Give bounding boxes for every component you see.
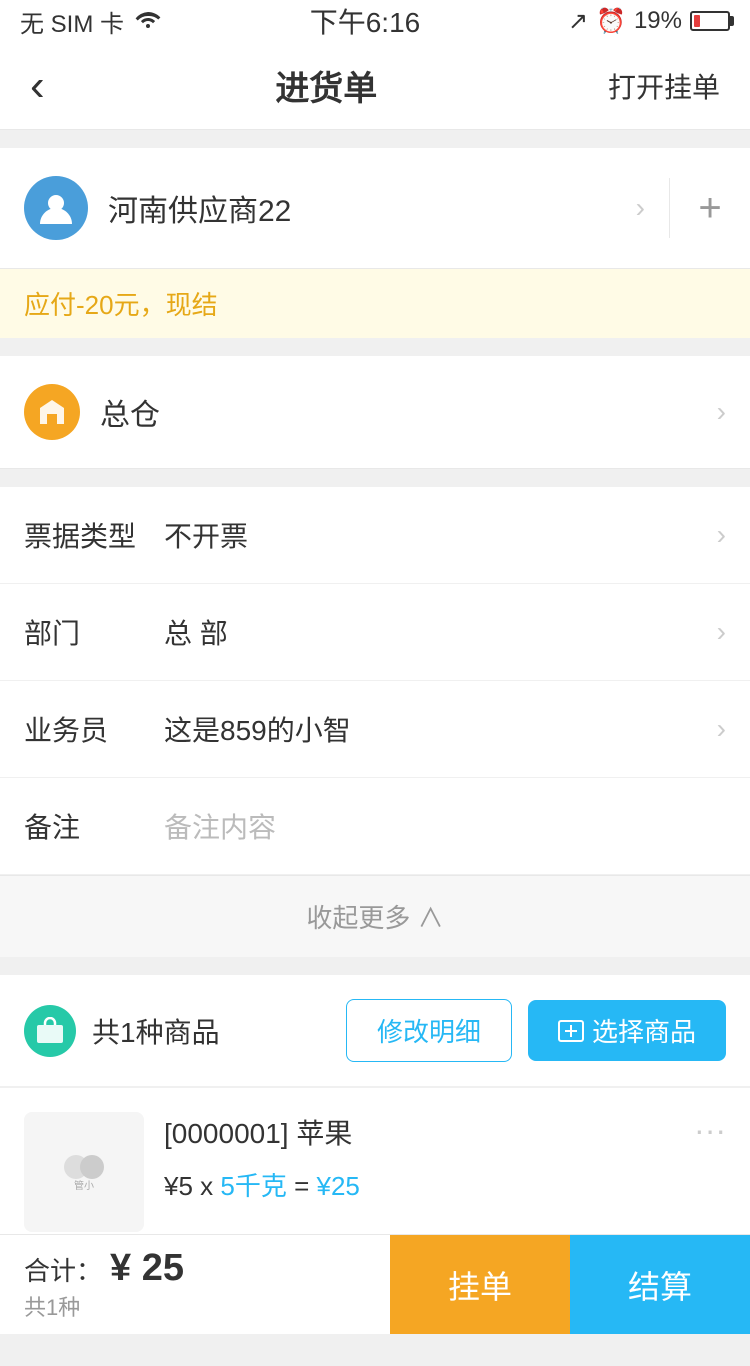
invoice-value: 不开票 — [164, 515, 717, 555]
gap-1 — [0, 130, 750, 148]
checkout-button[interactable]: 结算 — [570, 1235, 750, 1334]
invoice-chevron-icon: › — [717, 519, 726, 551]
select-product-label: 选择商品 — [592, 1012, 696, 1049]
warehouse-icon — [24, 384, 80, 440]
product-more-button[interactable]: ··· — [694, 1112, 726, 1149]
select-product-button[interactable]: 选择商品 — [528, 1000, 726, 1061]
edit-detail-button[interactable]: 修改明细 — [346, 999, 512, 1062]
status-bar-left: 无 SIM 卡 — [20, 4, 162, 39]
product-count-text: 共1种商品 — [92, 1011, 330, 1051]
gap-3 — [0, 469, 750, 487]
staff-label: 业务员 — [24, 709, 164, 749]
form-section: 票据类型 不开票 › 部门 总 部 › 业务员 这是859的小智 › 备注 备注… — [0, 487, 750, 875]
add-supplier-button[interactable]: + — [670, 186, 750, 231]
total-label: 合计： — [24, 1251, 102, 1288]
dept-row[interactable]: 部门 总 部 › — [0, 584, 750, 681]
bottom-bar: 合计： ¥ 25 共1种 挂单 结算 — [0, 1234, 750, 1334]
invoice-type-row[interactable]: 票据类型 不开票 › — [0, 487, 750, 584]
total-amount: ¥ 25 — [110, 1247, 184, 1290]
alarm-icon: ⏰ — [596, 7, 626, 36]
total-sub: 共1种 — [24, 1290, 366, 1322]
remark-value: 备注内容 — [164, 806, 726, 846]
supplier-avatar — [24, 176, 88, 240]
back-button[interactable]: ‹ — [30, 61, 45, 111]
svg-text:管小: 管小 — [74, 1179, 94, 1192]
product-header: 共1种商品 修改明细 选择商品 — [0, 975, 750, 1086]
wifi-icon — [134, 7, 162, 35]
staff-row[interactable]: 业务员 这是859的小智 › — [0, 681, 750, 778]
page-title: 进货单 — [275, 61, 377, 110]
warehouse-name: 总仓 — [100, 390, 697, 434]
invoice-label: 票据类型 — [24, 515, 164, 555]
staff-chevron-icon: › — [717, 713, 726, 745]
staff-value: 这是859的小智 — [164, 709, 717, 749]
product-thumb-placeholder: 管小 — [54, 1147, 114, 1197]
open-pending-button[interactable]: 打开挂单 — [608, 66, 720, 106]
total-section: 合计： ¥ 25 共1种 — [0, 1235, 390, 1334]
remark-label: 备注 — [24, 806, 164, 846]
status-time: 下午6:16 — [310, 1, 421, 41]
pending-button[interactable]: 挂单 — [390, 1235, 570, 1334]
remark-row[interactable]: 备注 备注内容 — [0, 778, 750, 875]
dept-value: 总 部 — [164, 612, 717, 652]
product-count-icon — [24, 1005, 76, 1057]
battery-percent: 19% — [634, 7, 682, 35]
battery-icon — [690, 11, 730, 31]
carrier-text: 无 SIM 卡 — [20, 4, 124, 39]
supplier-section: 河南供应商22 › + — [0, 148, 750, 269]
product-thumbnail: 管小 — [24, 1112, 144, 1232]
warehouse-chevron-icon: › — [717, 396, 726, 428]
status-bar-right: ↗ ⏰ 19% — [568, 7, 730, 36]
product-price: ¥5 x 5千克 = ¥25 — [164, 1166, 674, 1203]
status-bar: 无 SIM 卡 下午6:16 ↗ ⏰ 19% — [0, 0, 750, 42]
notice-bar: 应付-20元，现结 — [0, 269, 750, 338]
warehouse-row[interactable]: 总仓 › — [0, 356, 750, 469]
dept-chevron-icon: › — [717, 616, 726, 648]
supplier-name: 河南供应商22 — [108, 186, 616, 230]
collapse-bar[interactable]: 收起更多 ∧ — [0, 875, 750, 957]
product-name: [0000001] 苹果 — [164, 1112, 674, 1152]
location-icon: ↗ — [568, 7, 588, 36]
gap-2 — [0, 338, 750, 356]
supplier-chevron-icon: › — [636, 192, 645, 224]
dept-label: 部门 — [24, 612, 164, 652]
supplier-row[interactable]: 河南供应商22 › — [0, 148, 669, 268]
product-info: [0000001] 苹果 ¥5 x 5千克 = ¥25 — [164, 1112, 674, 1203]
product-item: 管小 [0000001] 苹果 ¥5 x 5千克 = ¥25 ··· — [0, 1088, 750, 1256]
nav-bar: ‹ 进货单 打开挂单 — [0, 42, 750, 130]
